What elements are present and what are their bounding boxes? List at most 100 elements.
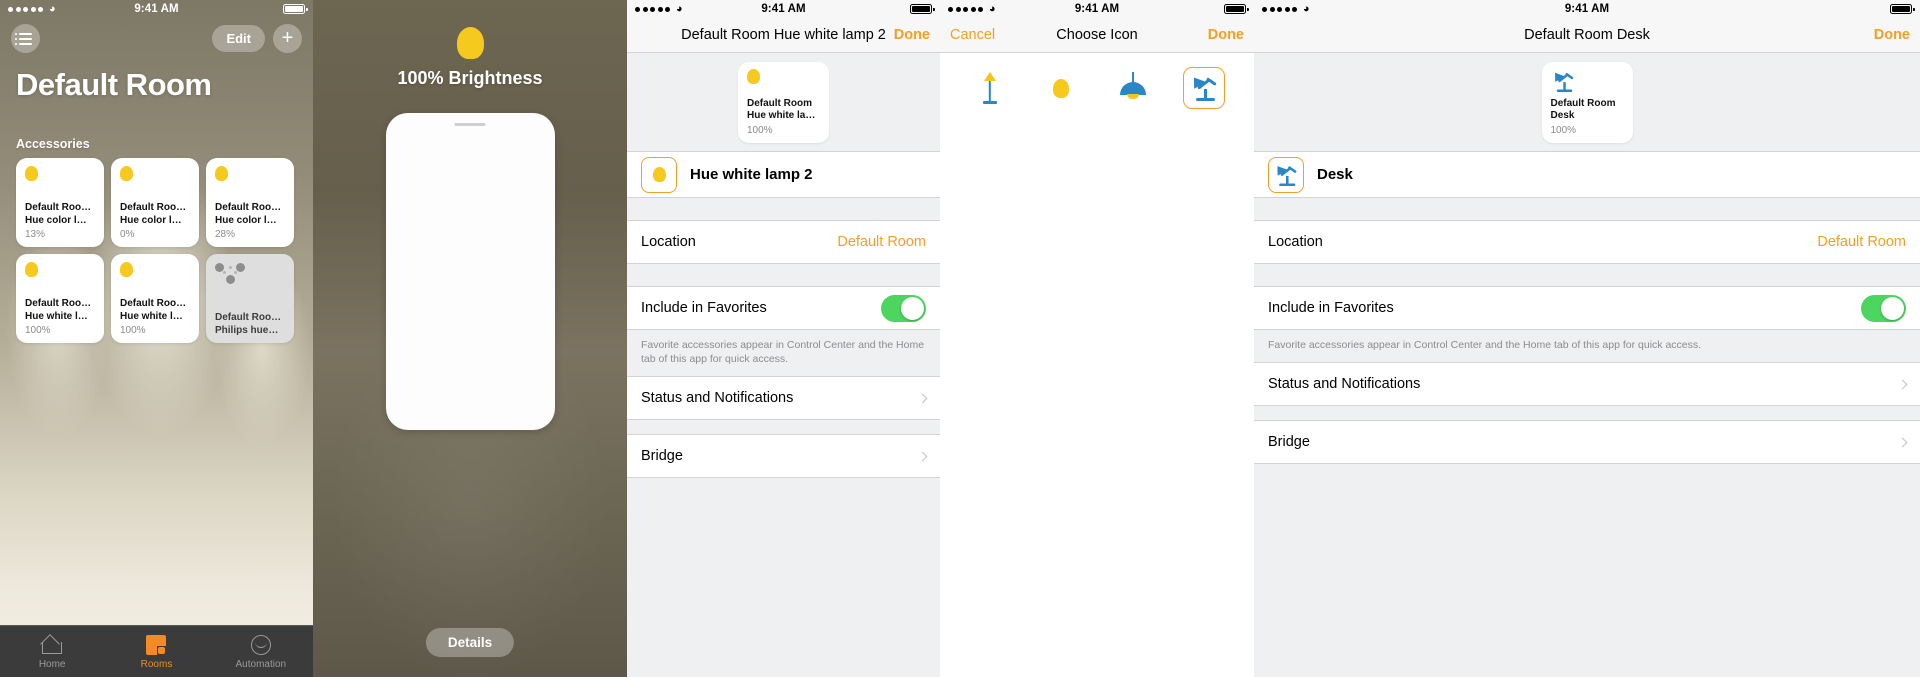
bulb-icon	[215, 166, 228, 181]
status-time: 9:41 AM	[134, 3, 179, 15]
bridge-row[interactable]: Bridge	[1254, 420, 1920, 464]
icon-option-pendant-lamp[interactable]	[1112, 67, 1154, 109]
accessory-name-row[interactable]: Desk	[1254, 151, 1920, 198]
home-icon	[41, 635, 63, 654]
details-button[interactable]: Details	[425, 628, 515, 657]
accessory-name-line2: Hue white l…	[120, 310, 183, 322]
location-row[interactable]: Location Default Room	[1254, 220, 1920, 264]
preview-line1: Default Room	[1550, 97, 1616, 109]
tab-home[interactable]: Home	[0, 626, 104, 677]
status-bar: ◕ 9:41 AM	[940, 0, 1254, 18]
accessory-icon-button[interactable]	[1268, 156, 1304, 193]
add-accessory-button[interactable]: +	[273, 24, 302, 53]
panel-accessory-detail: ◕ 9:41 AM Default Room Hue white lamp 2 …	[627, 0, 940, 677]
panel-desk-detail: ◕ 9:41 AM Default Room Desk Done Default…	[1254, 0, 1920, 677]
location-label: Location	[1268, 234, 1323, 250]
accessory-icon-button[interactable]	[641, 156, 677, 193]
panel-choose-icon: ◕ 9:41 AM Cancel Choose Icon Done	[940, 0, 1254, 677]
chevron-right-icon	[917, 393, 928, 403]
accessory-name-line1: Default Roo…	[215, 202, 282, 213]
accessory-state: 100%	[120, 325, 146, 336]
accessory-tile[interactable]: Default Roo… Hue color l… 13%	[16, 158, 104, 247]
accessory-tile[interactable]: Default Roo… Hue white l… 100%	[111, 254, 199, 343]
panel-room: ◕ 9:41 AM Edit + Default Room Accessorie…	[0, 0, 313, 677]
tab-bar: Home Rooms Automation	[0, 625, 313, 677]
accessory-preview-tile[interactable]: Default Room Hue white la… 100%	[738, 61, 829, 143]
bridge-icon	[215, 262, 245, 284]
location-label: Location	[641, 234, 696, 250]
desk-lamp-icon	[1550, 68, 1576, 94]
accessory-name-line2: Hue color l…	[25, 214, 87, 226]
icon-option-desk-lamp[interactable]	[1183, 67, 1226, 109]
bridge-label: Bridge	[1268, 434, 1310, 450]
favorites-toggle[interactable]	[881, 294, 926, 322]
nav-title: Default Room Desk	[1524, 27, 1650, 43]
accessory-preview-tile[interactable]: Default Room Desk 100%	[1541, 61, 1633, 143]
accessory-name-line1: Default Roo…	[25, 202, 92, 213]
tab-automation[interactable]: Automation	[209, 626, 313, 677]
battery-icon	[910, 4, 935, 14]
battery-icon	[283, 4, 308, 14]
cancel-button[interactable]: Cancel	[950, 27, 995, 43]
room-list-button[interactable]	[11, 24, 40, 53]
status-notifications-label: Status and Notifications	[1268, 376, 1421, 392]
accessory-name-line2: Hue color l…	[215, 214, 277, 226]
accessory-name-line1: Default Roo…	[120, 202, 187, 213]
accessory-tile[interactable]: Default Roo… Hue color l… 28%	[206, 158, 294, 247]
bridge-row[interactable]: Bridge	[627, 434, 940, 478]
tab-home-label: Home	[38, 658, 66, 670]
nav-title: Choose Icon	[1056, 27, 1138, 43]
bulb-icon	[120, 166, 133, 181]
done-button[interactable]: Done	[1208, 27, 1244, 43]
accessory-state: 0%	[120, 229, 135, 240]
tab-rooms[interactable]: Rooms	[104, 626, 208, 677]
favorites-toggle[interactable]	[1861, 294, 1906, 322]
panel-brightness: 100% Brightness Details	[313, 0, 627, 677]
accessory-name-value: Hue white lamp 2	[690, 166, 813, 183]
accessory-tile[interactable]: Default Roo… Hue color l… 0%	[111, 158, 199, 247]
status-bar: ◕ 9:41 AM	[627, 0, 940, 18]
favorites-label: Include in Favorites	[641, 300, 767, 316]
status-notifications-row[interactable]: Status and Notifications	[1254, 362, 1920, 406]
status-time: 9:41 AM	[1074, 3, 1120, 15]
favorites-row[interactable]: Include in Favorites	[627, 286, 940, 330]
accessories-grid: Default Roo… Hue color l… 13% Default Ro…	[0, 158, 313, 343]
status-notifications-row[interactable]: Status and Notifications	[627, 376, 940, 420]
location-value: Default Room	[837, 234, 926, 250]
favorites-note: Favorite accessories appear in Control C…	[1268, 339, 1702, 351]
edit-button[interactable]: Edit	[212, 25, 265, 52]
accessory-state: 28%	[215, 229, 236, 240]
done-button[interactable]: Done	[894, 27, 930, 43]
brightness-slider[interactable]	[385, 113, 555, 430]
done-button[interactable]: Done	[1874, 27, 1910, 43]
location-row[interactable]: Location Default Room	[627, 220, 940, 264]
accessory-tile[interactable]: Default Roo… Hue white l… 100%	[16, 254, 104, 343]
accessory-name-row[interactable]: Hue white lamp 2	[627, 151, 940, 198]
bulb-icon	[1053, 78, 1070, 98]
accessory-preview-area: Default Room Hue white la… 100%	[627, 53, 940, 151]
icon-option-bulb[interactable]	[1040, 67, 1082, 109]
accessory-tile-bridge[interactable]: Default Roo… Philips hue…	[206, 254, 294, 343]
tab-rooms-label: Rooms	[140, 658, 173, 670]
icon-option-floor-lamp[interactable]	[969, 67, 1011, 109]
tab-automation-label: Automation	[235, 658, 287, 670]
favorites-label: Include in Favorites	[1268, 300, 1394, 316]
desk-lamp-icon	[1189, 73, 1219, 103]
accessory-name-value: Desk	[1317, 166, 1353, 183]
pendant-lamp-icon	[1118, 72, 1148, 104]
nav-title: Default Room Hue white lamp 2	[681, 27, 886, 43]
chevron-right-icon	[917, 451, 928, 461]
accessories-section-header: Accessories	[16, 137, 90, 151]
preview-state: 100%	[1550, 124, 1577, 136]
bulb-icon	[25, 262, 38, 277]
favorites-row[interactable]: Include in Favorites	[1254, 286, 1920, 330]
bulb-icon	[25, 166, 38, 181]
navigation-bar: Default Room Desk Done	[1254, 18, 1920, 53]
icon-picker-row	[940, 53, 1254, 109]
automation-icon	[250, 634, 271, 655]
accessory-name-line1: Default Roo…	[25, 298, 92, 309]
